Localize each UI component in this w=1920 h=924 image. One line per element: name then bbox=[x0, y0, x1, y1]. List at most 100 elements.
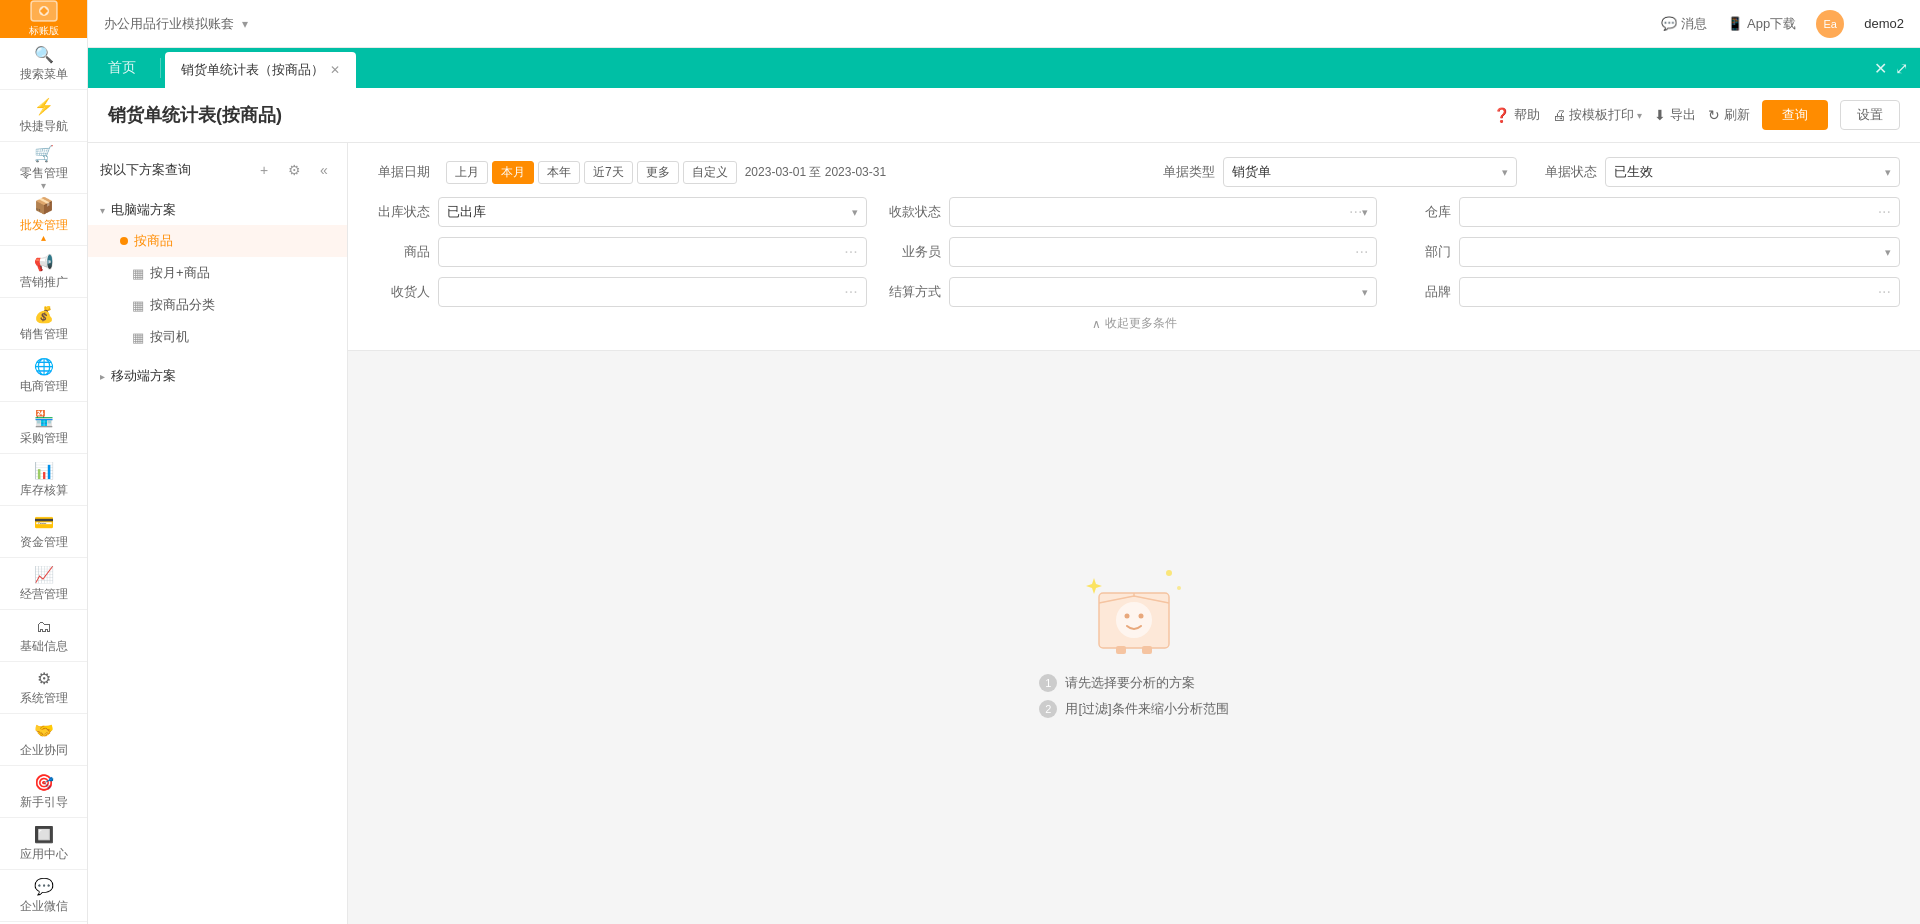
expand-window-icon[interactable]: ⤢ bbox=[1895, 59, 1908, 78]
page-content: 销货单统计表(按商品) ❓ 帮助 🖨 按模板打印 ▾ ⬇ 导出 bbox=[88, 88, 1920, 924]
tab-sales-stats[interactable]: 销货单统计表（按商品） ✕ bbox=[165, 52, 356, 88]
sidebar-item-retail[interactable]: 🛒 零售管理 ▾ bbox=[0, 142, 87, 194]
close-window-icon[interactable]: ✕ bbox=[1874, 59, 1887, 78]
receiver-input[interactable]: ··· bbox=[438, 277, 867, 307]
salesman-input[interactable]: ··· bbox=[949, 237, 1378, 267]
help-icon: ❓ bbox=[1493, 107, 1510, 123]
sidebar-item-search[interactable]: 🔍 搜索菜单 bbox=[0, 38, 87, 90]
scheme-group-desktop-header[interactable]: ▾ 电脑端方案 bbox=[88, 195, 347, 225]
tab-home[interactable]: 首页 bbox=[88, 48, 156, 88]
scheme-group-mobile-header[interactable]: ▸ 移动端方案 bbox=[88, 361, 347, 391]
sidebar-item-appcenter-label: 应用中心 bbox=[20, 847, 68, 861]
this-month-button[interactable]: 本月 bbox=[492, 161, 534, 184]
sidebar-item-operations[interactable]: 📈 经营管理 bbox=[0, 558, 87, 610]
scheme-item-by-category[interactable]: ▦ 按商品分类 bbox=[88, 289, 347, 321]
scheme-item-by-category-label: 按商品分类 bbox=[150, 296, 215, 314]
collapse-more-button[interactable]: ∧ 收起更多条件 bbox=[368, 307, 1900, 336]
doc-type-input[interactable]: 销货单 ▾ bbox=[1223, 157, 1518, 187]
sidebar-item-system[interactable]: ⚙ 系统管理 bbox=[0, 662, 87, 714]
help-button[interactable]: ❓ 帮助 bbox=[1493, 106, 1540, 124]
sidebar-item-wholesale[interactable]: 📦 批发管理 ▴ bbox=[0, 194, 87, 246]
scheme-item-by-driver[interactable]: ▦ 按司机 bbox=[88, 321, 347, 353]
close-tab-icon[interactable]: ✕ bbox=[330, 63, 340, 77]
payment-status-dropdown-icon: ▾ bbox=[1362, 206, 1368, 219]
export-button[interactable]: ⬇ 导出 bbox=[1654, 106, 1696, 124]
settings-scheme-button[interactable]: ⚙ bbox=[283, 159, 305, 181]
tip-num-1: 1 bbox=[1039, 674, 1057, 692]
doc-status-input[interactable]: 已生效 ▾ bbox=[1605, 157, 1900, 187]
out-status-input[interactable]: 已出库 ▾ bbox=[438, 197, 867, 227]
add-scheme-button[interactable]: + bbox=[253, 159, 275, 181]
sidebar-item-appcenter[interactable]: 🔲 应用中心 bbox=[0, 818, 87, 870]
sidebar-item-quicknav[interactable]: ⚡ 快捷导航 bbox=[0, 90, 87, 142]
right-panel: 单据日期 上月 本月 本年 近7天 更多 自定义 2023-03-01 至 20… bbox=[348, 143, 1920, 924]
dept-dropdown-icon: ▾ bbox=[1885, 246, 1891, 259]
template-print-button[interactable]: 🖨 按模板打印 ▾ bbox=[1552, 106, 1642, 124]
scheme-item-by-month-goods[interactable]: ▦ 按月+商品 bbox=[88, 257, 347, 289]
refresh-button[interactable]: ↻ 刷新 bbox=[1708, 106, 1750, 124]
last-month-button[interactable]: 上月 bbox=[446, 161, 488, 184]
receiver-label: 收货人 bbox=[368, 283, 438, 301]
this-year-button[interactable]: 本年 bbox=[538, 161, 580, 184]
collapse-label: 收起更多条件 bbox=[1105, 315, 1177, 332]
scheme-header-label: 按以下方案查询 bbox=[100, 161, 191, 179]
sidebar-item-ecommerce[interactable]: 🌐 电商管理 bbox=[0, 350, 87, 402]
sidebar-item-enterprise[interactable]: 🤝 企业协同 bbox=[0, 714, 87, 766]
svg-rect-9 bbox=[1116, 646, 1126, 654]
warehouse-input[interactable]: ··· bbox=[1459, 197, 1900, 227]
payment-status-dots: ··· bbox=[1349, 203, 1362, 221]
marketing-icon: 📢 bbox=[34, 253, 54, 272]
query-button[interactable]: 查询 bbox=[1762, 100, 1828, 130]
sidebar-item-retail-label: 零售管理 bbox=[20, 166, 68, 180]
app-download-button[interactable]: 📱 App下载 bbox=[1727, 15, 1796, 33]
warehouse-dots: ··· bbox=[1878, 203, 1891, 221]
dept-input[interactable]: ▾ bbox=[1459, 237, 1900, 267]
sidebar-item-purchase[interactable]: 🏪 采购管理 bbox=[0, 402, 87, 454]
sidebar-item-newguide[interactable]: 🎯 新手引导 bbox=[0, 766, 87, 818]
avatar[interactable]: Ea bbox=[1816, 10, 1844, 38]
chevron-down-icon: ▾ bbox=[41, 180, 46, 191]
logo-text: 标账版 bbox=[29, 24, 59, 38]
empty-tip-1-text: 请先选择要分析的方案 bbox=[1065, 674, 1195, 692]
enterprise-icon: 🤝 bbox=[34, 721, 54, 740]
empty-tip-1: 1 请先选择要分析的方案 bbox=[1039, 674, 1228, 692]
custom-date-button[interactable]: 自定义 bbox=[683, 161, 737, 184]
sidebar-item-marketing[interactable]: 📢 营销推广 bbox=[0, 246, 87, 298]
sidebar-item-finance-label: 资金管理 bbox=[20, 535, 68, 549]
doc-type-value: 销货单 bbox=[1232, 163, 1503, 181]
scheme-item-by-goods[interactable]: 按商品 bbox=[88, 225, 347, 257]
svg-point-5 bbox=[1124, 613, 1129, 618]
more-date-button[interactable]: 更多 bbox=[637, 161, 679, 184]
sidebar-item-sales[interactable]: 💰 销售管理 bbox=[0, 298, 87, 350]
grid3-icon: ▦ bbox=[132, 330, 144, 345]
scheme-item-by-goods-label: 按商品 bbox=[134, 232, 173, 250]
sidebar-item-finance[interactable]: 💳 资金管理 bbox=[0, 506, 87, 558]
logo[interactable]: 标账版 bbox=[0, 0, 87, 38]
tab-expand-area: ✕ ⤢ bbox=[1874, 59, 1920, 78]
gear-icon: ⚙ bbox=[288, 162, 301, 178]
goods-input[interactable]: ··· bbox=[438, 237, 867, 267]
message-button[interactable]: 💬 消息 bbox=[1661, 15, 1707, 33]
payment-method-input[interactable]: ▾ bbox=[949, 277, 1378, 307]
last7days-button[interactable]: 近7天 bbox=[584, 161, 633, 184]
refresh-label: 刷新 bbox=[1724, 106, 1750, 124]
sidebar-item-marketing-label: 营销推广 bbox=[20, 275, 68, 289]
settings-button[interactable]: 设置 bbox=[1840, 100, 1900, 130]
sidebar-item-basic[interactable]: 🗂 基础信息 bbox=[0, 610, 87, 662]
workspace-dropdown-arrow[interactable]: ▾ bbox=[242, 17, 248, 31]
collapse-icon: « bbox=[320, 162, 328, 178]
user-name[interactable]: demo2 bbox=[1864, 16, 1904, 31]
sidebar-item-inventory[interactable]: 📊 库存核算 bbox=[0, 454, 87, 506]
collapse-scheme-button[interactable]: « bbox=[313, 159, 335, 181]
sidebar-item-wholesale-label: 批发管理 bbox=[20, 218, 68, 232]
empty-tip-2-text: 用[过滤]条件来缩小分析范围 bbox=[1065, 700, 1228, 718]
sales-icon: 💰 bbox=[34, 305, 54, 324]
out-status-dropdown-icon: ▾ bbox=[852, 206, 858, 219]
svg-point-6 bbox=[1138, 613, 1143, 618]
payment-method-label: 结算方式 bbox=[879, 283, 949, 301]
sidebar-item-wechat[interactable]: 💬 企业微信 bbox=[0, 870, 87, 922]
doc-status-label: 单据状态 bbox=[1545, 163, 1605, 181]
brand-input[interactable]: ··· bbox=[1459, 277, 1900, 307]
payment-status-input[interactable]: ··· ▾ bbox=[949, 197, 1378, 227]
scheme-item-by-driver-label: 按司机 bbox=[150, 328, 189, 346]
